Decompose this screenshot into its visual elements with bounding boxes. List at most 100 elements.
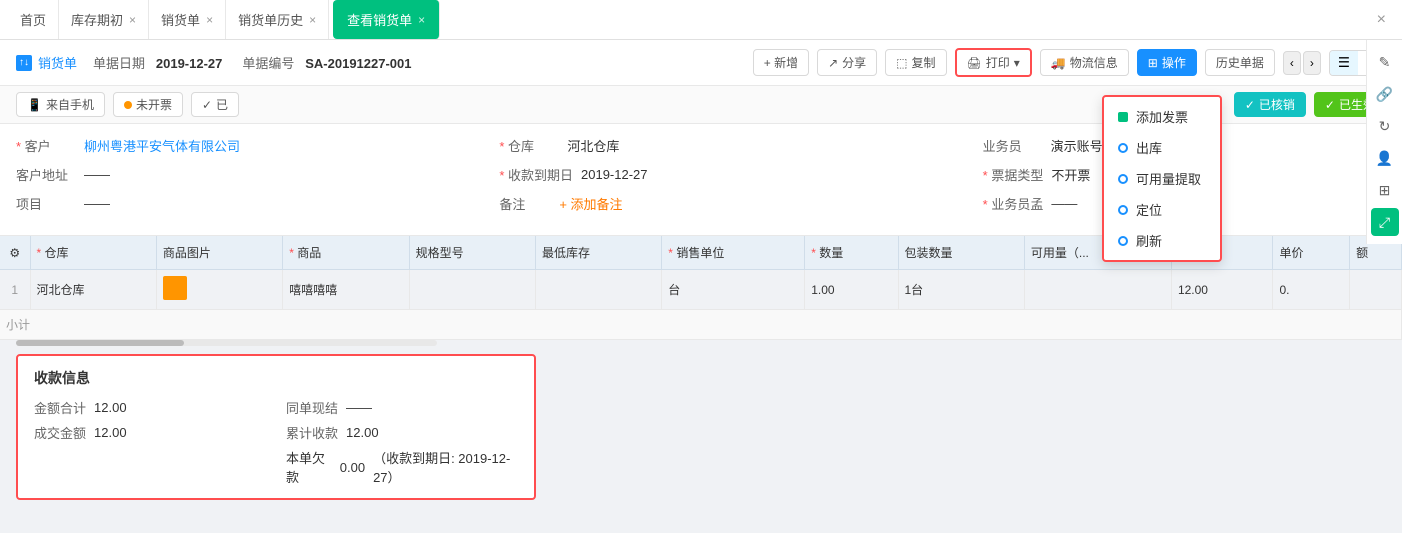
salesperson-value: 演示账号	[1043, 136, 1111, 155]
nav-arrows: ‹ ›	[1283, 51, 1321, 75]
add-note-button[interactable]: 添加备注	[559, 194, 622, 213]
print-button[interactable]: 🖨 打印 ▾	[955, 48, 1032, 77]
close-all-tabs[interactable]: ×	[1369, 11, 1394, 29]
locate-icon	[1118, 205, 1128, 215]
row-package-qty: 1台	[898, 270, 1024, 310]
doc-meta: 单据日期 2019-12-27 单据编号 SA-20191227-001	[93, 53, 411, 72]
doc-header: ↑↓ 销货单 单据日期 2019-12-27 单据编号 SA-20191227-…	[0, 40, 1402, 86]
new-button[interactable]: + 新增	[753, 49, 809, 76]
row-available	[1024, 270, 1171, 310]
sidebar-refresh-icon[interactable]: ↻	[1371, 112, 1399, 140]
col-settings[interactable]: ⚙	[0, 236, 30, 270]
view-list-button[interactable]: ☰	[1330, 51, 1358, 75]
tab-home[interactable]: 首页	[8, 0, 59, 39]
copy-icon: ⬚	[896, 56, 907, 70]
row-num: 1	[0, 270, 30, 310]
history-button[interactable]: 历史单据	[1205, 49, 1275, 76]
locate-item[interactable]: 定位	[1104, 194, 1220, 225]
project-label: 项目	[16, 194, 76, 213]
sidebar-link-icon[interactable]: 🔗	[1371, 80, 1399, 108]
arrears-item: 本单欠款 0.00 （收款到期日: 2019-12-27）	[286, 448, 518, 486]
date-value: 2019-12-27	[156, 56, 223, 71]
cumulative-value: 12.00	[346, 425, 379, 440]
note-label: 备注	[499, 194, 559, 213]
number-label: 单据编号 SA-20191227-001	[242, 53, 411, 72]
close-sales-history[interactable]: ×	[309, 13, 316, 27]
address-label: 客户地址	[16, 165, 76, 184]
tab-view-sales[interactable]: 查看销货单 ×	[333, 0, 440, 39]
tab-bar: 首页 库存期初 × 销货单 × 销货单历史 × 查看销货单 × ×	[0, 0, 1402, 40]
confirm-button[interactable]: ✓ 已	[191, 92, 239, 117]
cumulative-label: 累计收款	[286, 423, 338, 442]
confirm-icon: ✓	[202, 98, 212, 112]
row-quantity: 1.00	[805, 270, 898, 310]
transaction-item: 成交金额 12.00	[34, 423, 266, 442]
col-package-qty: 包装数量	[898, 236, 1024, 270]
col-spec: 规格型号	[409, 236, 535, 270]
doc-title: ↑↓ 销货单	[16, 53, 77, 72]
sidebar-expand-icon[interactable]: ⤢	[1371, 208, 1399, 236]
from-phone-button[interactable]: 📱 来自手机	[16, 92, 105, 117]
operations-icon: ⊞	[1148, 56, 1158, 70]
customer-value[interactable]: 柳州粤港平安气体有限公司	[76, 136, 248, 155]
share-button[interactable]: ↗ 分享	[817, 49, 877, 76]
right-sidebar: ✎ 🔗 ↻ 👤 ⊞ ⤢	[1366, 40, 1402, 244]
date-label: 单据日期 2019-12-27	[93, 53, 222, 72]
logistics-button[interactable]: 🚚 物流信息	[1040, 49, 1129, 76]
print-icon: 🖨	[967, 56, 982, 70]
invoice-type-value: 不开票	[1043, 165, 1098, 184]
phone-icon: 📱	[27, 98, 42, 112]
refresh-item[interactable]: 刷新	[1104, 225, 1220, 256]
row-warehouse: 河北仓库	[30, 270, 156, 310]
next-button[interactable]: ›	[1303, 51, 1321, 75]
warehouse-value: 河北仓库	[559, 136, 627, 155]
payment-date-label: 收款到期日	[499, 165, 573, 184]
col-unit: * 销售单位	[662, 236, 805, 270]
row-product: 嘻嘻嘻嘻	[283, 270, 409, 310]
row-product-img	[156, 270, 282, 310]
same-order-label: 同单现结	[286, 398, 338, 417]
col-product: * 商品	[283, 236, 409, 270]
warehouse-label: 仓库	[499, 136, 559, 155]
prev-button[interactable]: ‹	[1283, 51, 1301, 75]
confirm-label: 已	[216, 96, 228, 113]
logistics-icon: 🚚	[1051, 56, 1066, 70]
copy-button[interactable]: ⬚ 复制	[885, 49, 946, 76]
total-amount-item: 金额合计 12.00	[34, 398, 266, 417]
already-sold-button[interactable]: ✓ 已核销	[1234, 92, 1306, 117]
transaction-value: 12.00	[94, 425, 127, 440]
close-view-sales[interactable]: ×	[418, 13, 425, 27]
close-sales-order[interactable]: ×	[206, 13, 213, 27]
tab-sales-order[interactable]: 销货单 ×	[149, 0, 226, 39]
subtotal-row: 小计	[0, 310, 1402, 340]
tab-sales-history[interactable]: 销货单历史 ×	[226, 0, 329, 39]
operations-button[interactable]: ⊞ 操作	[1137, 49, 1197, 76]
sidebar-edit-icon[interactable]: ✎	[1371, 48, 1399, 76]
total-value: 12.00	[94, 400, 127, 415]
tab-inventory-init[interactable]: 库存期初 ×	[59, 0, 149, 39]
close-inventory-init[interactable]: ×	[129, 13, 136, 27]
not-open-button[interactable]: 未开票	[113, 92, 183, 117]
print-chevron: ▾	[1014, 56, 1020, 70]
payment-grid: 金额合计 12.00 同单现结 —— 成交金额 12.00 累计收款 12.00…	[34, 398, 518, 486]
due-date-text: （收款到期日: 2019-12-27）	[373, 448, 518, 486]
invoice-type-label: 票据类型	[983, 165, 1044, 184]
add-invoice-item[interactable]: 添加发票	[1104, 101, 1220, 132]
note-field: 备注 添加备注	[499, 194, 902, 213]
available-pick-icon	[1118, 174, 1128, 184]
address-value: ——	[76, 167, 118, 182]
transaction-label: 成交金额	[34, 423, 86, 442]
subtotal-label: 小计	[0, 310, 1402, 340]
out-stock-item[interactable]: 出库	[1104, 132, 1220, 163]
row-unit-price: 0.	[1273, 270, 1350, 310]
salesperson-label: 业务员	[983, 136, 1043, 155]
operations-dropdown: 添加发票 出库 可用量提取 定位 刷新	[1102, 95, 1222, 262]
payment-date-field: 收款到期日 2019-12-27	[499, 165, 902, 184]
cumulative-item: 累计收款 12.00	[286, 423, 518, 442]
available-pick-item[interactable]: 可用量提取	[1104, 163, 1220, 194]
sidebar-user-icon[interactable]: 👤	[1371, 144, 1399, 172]
refresh-icon	[1118, 236, 1128, 246]
col-unit-price: 单价	[1273, 236, 1350, 270]
sidebar-table-icon[interactable]: ⊞	[1371, 176, 1399, 204]
effective-icon: ✓	[1325, 98, 1335, 112]
